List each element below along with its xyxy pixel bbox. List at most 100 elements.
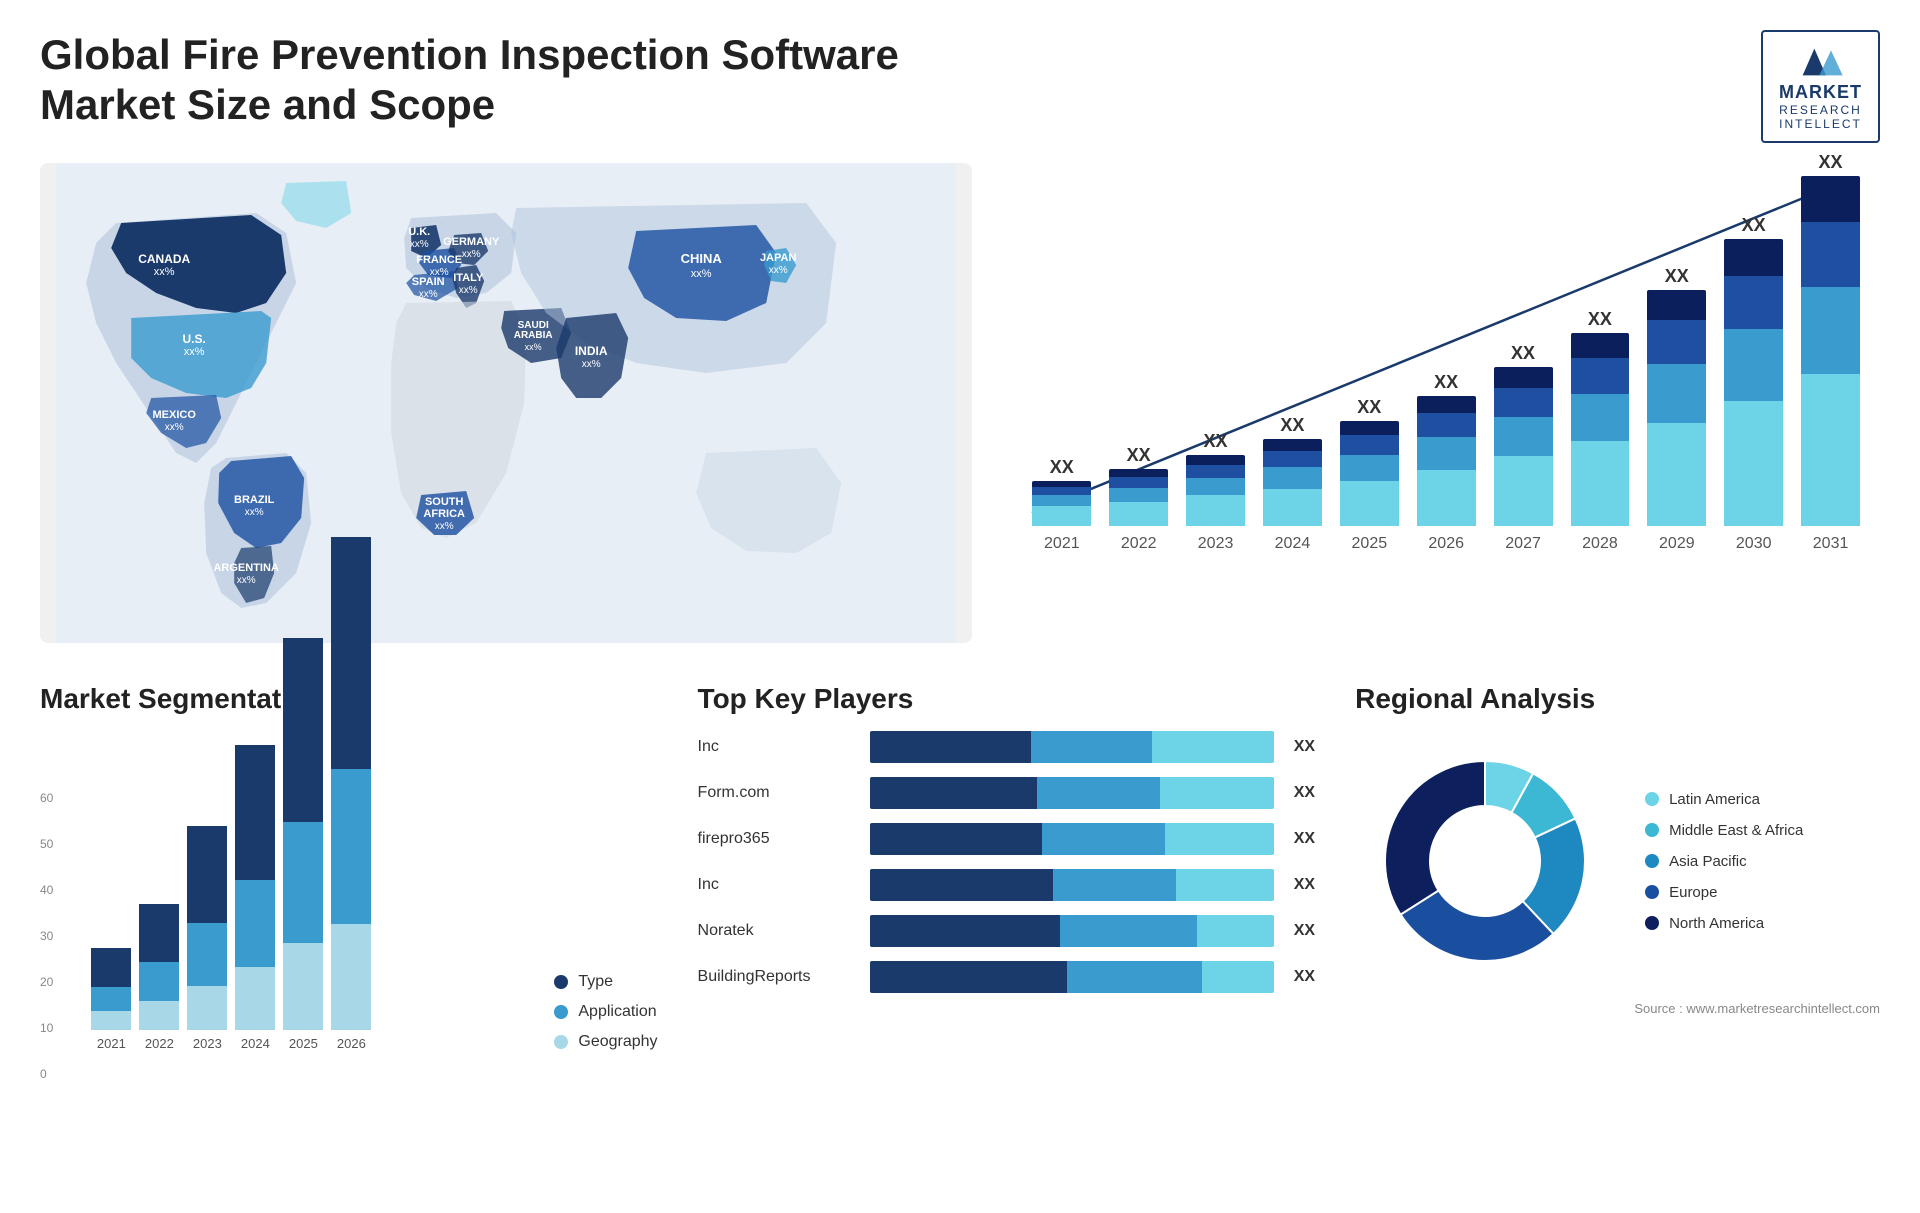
seg-year-text: 2026 xyxy=(337,1036,366,1051)
seg-stacked-bar xyxy=(139,904,179,1030)
bar-group: XX2022 xyxy=(1109,445,1168,553)
region-legend-item: Asia Pacific xyxy=(1645,853,1803,870)
region-label: Europe xyxy=(1669,884,1717,901)
bar-segment xyxy=(1032,487,1091,496)
seg-bar-geo xyxy=(139,1001,179,1030)
bar-year-label: 2030 xyxy=(1736,535,1772,553)
bar-segment xyxy=(1263,467,1322,489)
bar-segment xyxy=(1186,455,1245,465)
bar-segment xyxy=(1724,329,1783,401)
bar-year-label: 2024 xyxy=(1275,535,1311,553)
logo-sub2: INTELLECT xyxy=(1779,117,1862,131)
bar-segment xyxy=(1032,495,1091,506)
bar-group: XX2021 xyxy=(1032,457,1091,553)
seg-bar-geo xyxy=(283,943,323,1030)
bar-segment xyxy=(1340,435,1399,455)
player-bar-segment xyxy=(1152,731,1273,763)
svg-text:ARABIA: ARABIA xyxy=(514,330,553,341)
player-bar-segment xyxy=(1176,869,1274,901)
svg-text:ARGENTINA: ARGENTINA xyxy=(213,562,278,574)
bar-year-label: 2028 xyxy=(1582,535,1618,553)
player-row: BuildingReportsXX xyxy=(698,961,1316,993)
donut-area: Latin America Middle East & Africa Asia Pa… xyxy=(1355,731,1880,991)
legend-dot xyxy=(554,1005,568,1019)
svg-text:xx%: xx% xyxy=(769,265,788,276)
player-row: NoratekXX xyxy=(698,915,1316,947)
svg-text:xx%: xx% xyxy=(184,346,205,358)
bar-segment xyxy=(1186,465,1245,478)
bar-top-label: XX xyxy=(1280,415,1304,436)
bar-segment xyxy=(1186,478,1245,495)
player-value: XX xyxy=(1294,922,1315,940)
regional-section: Regional Analysis Latin America Middle Ea… xyxy=(1355,683,1880,1183)
bar-segment xyxy=(1647,423,1706,526)
player-bar-segment xyxy=(1202,961,1274,993)
page-title: Global Fire Prevention Inspection Softwa… xyxy=(40,30,940,131)
player-name: Inc xyxy=(698,738,858,756)
seg-year-group: 2021 xyxy=(91,948,131,1051)
map-svg: CANADA xx% U.S. xx% MEXICO xx% BRAZIL xx… xyxy=(40,163,972,643)
svg-text:xx%: xx% xyxy=(237,575,256,586)
bar-year-label: 2026 xyxy=(1428,535,1464,553)
seg-year-group: 2025 xyxy=(283,638,323,1051)
seg-bar-geo xyxy=(187,986,227,1030)
svg-text:xx%: xx% xyxy=(459,285,478,296)
player-name: firepro365 xyxy=(698,830,858,848)
region-label: Latin America xyxy=(1669,791,1760,808)
seg-year-text: 2023 xyxy=(193,1036,222,1051)
player-bar xyxy=(870,915,1274,947)
legend-dot xyxy=(554,1035,568,1049)
seg-bars-area: 202120222023202420252026 xyxy=(91,761,524,1081)
seg-bar-type xyxy=(139,904,179,962)
bar-segment xyxy=(1417,470,1476,526)
bar-segment xyxy=(1494,367,1553,388)
bar-segment xyxy=(1417,413,1476,437)
region-label: Middle East & Africa xyxy=(1669,822,1803,839)
bar-year-label: 2027 xyxy=(1505,535,1541,553)
region-legend-item: Latin America xyxy=(1645,791,1803,808)
seg-bar-type xyxy=(187,826,227,923)
svg-text:CANADA: CANADA xyxy=(138,252,190,266)
seg-year-group: 2024 xyxy=(235,745,275,1051)
legend-item: Application xyxy=(554,1003,657,1021)
seg-year-group: 2022 xyxy=(139,904,179,1051)
bar-segment xyxy=(1263,451,1322,467)
svg-text:xx%: xx% xyxy=(245,507,264,518)
bar-year-label: 2021 xyxy=(1044,535,1080,553)
player-bar-segment xyxy=(870,961,1068,993)
growth-chart: XX2021XX2022XX2023XX2024XX2025XX2026XX20… xyxy=(1012,163,1880,643)
bar-chart-area: XX2021XX2022XX2023XX2024XX2025XX2026XX20… xyxy=(1022,173,1870,553)
bar-segment xyxy=(1724,276,1783,329)
bar-segment xyxy=(1647,364,1706,423)
region-legend-item: Europe xyxy=(1645,884,1803,901)
svg-text:xx%: xx% xyxy=(525,342,542,352)
svg-text:xx%: xx% xyxy=(419,289,438,300)
logo-icon xyxy=(1796,42,1846,82)
bar-year-label: 2029 xyxy=(1659,535,1695,553)
seg-year-text: 2022 xyxy=(145,1036,174,1051)
stacked-bar xyxy=(1417,396,1476,526)
player-value: XX xyxy=(1294,830,1315,848)
bar-segment xyxy=(1801,287,1860,374)
regional-legend: Latin America Middle East & Africa Asia Pa… xyxy=(1645,791,1803,932)
seg-year-text: 2025 xyxy=(289,1036,318,1051)
player-value: XX xyxy=(1294,784,1315,802)
seg-y-axis: 0 10 20 30 40 50 60 xyxy=(40,791,61,1081)
svg-text:xx%: xx% xyxy=(582,359,601,370)
bar-segment xyxy=(1417,396,1476,413)
player-bar xyxy=(870,823,1274,855)
regional-title: Regional Analysis xyxy=(1355,683,1880,715)
svg-text:JAPAN: JAPAN xyxy=(760,252,797,264)
svg-text:xx%: xx% xyxy=(410,239,429,250)
svg-text:MEXICO: MEXICO xyxy=(152,409,196,421)
seg-year-group: 2026 xyxy=(331,537,371,1051)
seg-stacked-bar xyxy=(91,948,131,1030)
bar-segment xyxy=(1571,394,1630,442)
bar-segment xyxy=(1801,222,1860,287)
seg-year-text: 2021 xyxy=(97,1036,126,1051)
svg-text:GERMANY: GERMANY xyxy=(443,236,500,248)
svg-text:BRAZIL: BRAZIL xyxy=(234,494,275,506)
region-legend-item: Middle East & Africa xyxy=(1645,822,1803,839)
svg-text:xx%: xx% xyxy=(165,422,184,433)
seg-bar-app xyxy=(235,880,275,967)
